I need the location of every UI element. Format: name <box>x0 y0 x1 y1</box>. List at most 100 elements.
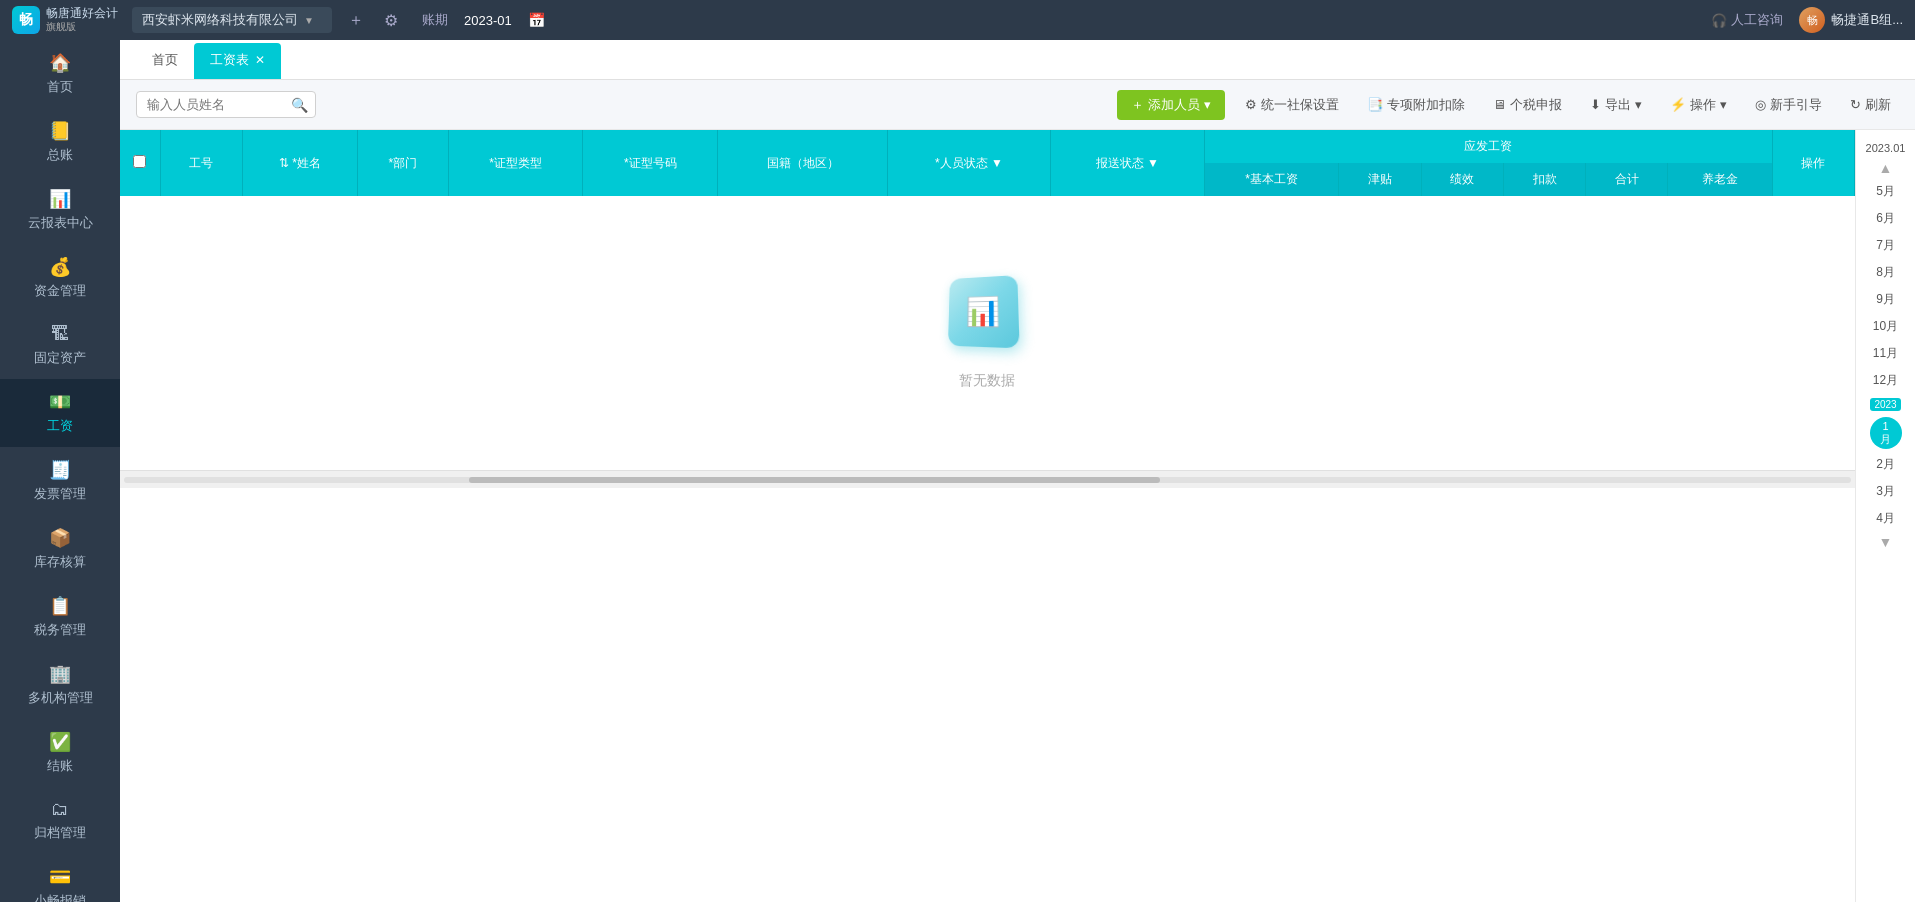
date-panel-next[interactable]: ▼ <box>1877 532 1895 552</box>
sidebar-item-tax[interactable]: 📋 税务管理 <box>0 583 120 651</box>
special-deduction-btn[interactable]: 📑 专项附加扣除 <box>1359 92 1473 118</box>
search-input[interactable] <box>136 91 316 118</box>
headset-icon: 🎧 <box>1711 13 1727 28</box>
sidebar: 🏠 首页 📒 总账 📊 云报表中心 💰 资金管理 🏗 固定资产 💵 工资 🧾 发… <box>0 40 120 902</box>
filter-icon-person[interactable]: ▼ <box>991 156 1003 170</box>
sidebar-item-expense[interactable]: 💳 小畅报销 <box>0 854 120 902</box>
date-month-5[interactable]: 5月 <box>1856 178 1915 205</box>
operations-btn[interactable]: ⚡ 操作 ▾ <box>1662 92 1735 118</box>
archive-icon: 🗂 <box>51 799 69 820</box>
date-month-7[interactable]: 7月 <box>1856 232 1915 259</box>
add-dropdown-icon: ▾ <box>1204 97 1211 112</box>
company-dropdown-arrow: ▼ <box>304 15 314 26</box>
sidebar-item-close[interactable]: ✅ 结账 <box>0 719 120 787</box>
guide-icon-btn: ◎ <box>1755 97 1766 112</box>
sidebar-item-salary[interactable]: 💵 工资 <box>0 379 120 447</box>
date-month-3[interactable]: 3月 <box>1856 478 1915 505</box>
date-panel-prev[interactable]: ▲ <box>1877 158 1895 178</box>
user-info[interactable]: 畅 畅捷通B组... <box>1799 7 1903 33</box>
tax-icon: 🖥 <box>1493 97 1506 112</box>
date-month-8[interactable]: 8月 <box>1856 259 1915 286</box>
assets-icon: 🏗 <box>51 324 69 345</box>
scroll-thumb <box>469 477 1160 483</box>
guide-label: 新手引导 <box>1770 96 1822 114</box>
tab-close-btn[interactable]: ✕ <box>255 53 265 67</box>
logo-sub: 旗舰版 <box>46 20 118 34</box>
export-dropdown-icon: ▾ <box>1635 97 1642 112</box>
user-avatar: 畅 <box>1799 7 1825 33</box>
filter-icon-submit[interactable]: ▼ <box>1147 156 1159 170</box>
date-month-6[interactable]: 6月 <box>1856 205 1915 232</box>
empty-text: 暂无数据 <box>959 372 1015 390</box>
add-person-btn[interactable]: ＋ 添加人员 ▾ <box>1117 90 1225 120</box>
calendar-icon[interactable]: 📅 <box>528 12 545 28</box>
expense-icon: 💳 <box>49 866 71 888</box>
tax-report-btn[interactable]: 🖥 个税申报 <box>1485 92 1570 118</box>
date-panel: 2023.01 ▲ 5月 6月 7月 8月 9月 10月 11月 12月 202… <box>1855 130 1915 902</box>
table-date-row: 工号 ⇅ *姓名 *部门 *证型类型 <box>120 130 1915 902</box>
th-total: 合计 <box>1586 163 1668 196</box>
guide-btn[interactable]: ◎ 新手引导 <box>1747 92 1830 118</box>
th-salary-group: 应发工资 <box>1204 130 1772 163</box>
settings-btn[interactable]: ⚙ <box>380 7 402 34</box>
sidebar-item-archive[interactable]: 🗂 归档管理 <box>0 787 120 854</box>
company-selector[interactable]: 西安虾米网络科技有限公司 ▼ <box>132 7 332 33</box>
top-bar-actions: ＋ ⚙ 账期 2023-01 📅 <box>344 6 545 35</box>
refresh-btn[interactable]: ↻ 刷新 <box>1842 92 1899 118</box>
social-security-btn[interactable]: ⚙ 统一社保设置 <box>1237 92 1347 118</box>
ops-label: 操作 <box>1690 96 1716 114</box>
sidebar-item-home[interactable]: 🏠 首页 <box>0 40 120 108</box>
tab-salary-label: 工资表 <box>210 51 249 69</box>
sidebar-item-multi[interactable]: 🏢 多机构管理 <box>0 651 120 719</box>
invoice-icon: 🧾 <box>49 459 71 481</box>
sidebar-label-assets: 固定资产 <box>34 349 86 367</box>
date-month-2[interactable]: 2月 <box>1856 451 1915 478</box>
period-value: 2023-01 <box>464 13 512 28</box>
company-name: 西安虾米网络科技有限公司 <box>142 11 298 29</box>
sidebar-item-fund[interactable]: 💰 资金管理 <box>0 244 120 312</box>
export-icon: ⬇ <box>1590 97 1601 112</box>
table-container[interactable]: 工号 ⇅ *姓名 *部门 *证型类型 <box>120 130 1855 902</box>
date-month-1[interactable]: 1月 <box>1870 417 1902 449</box>
date-month-9[interactable]: 9月 <box>1856 286 1915 313</box>
date-month-12[interactable]: 12月 <box>1856 367 1915 394</box>
tab-home[interactable]: 首页 <box>136 43 194 79</box>
date-month-10[interactable]: 10月 <box>1856 313 1915 340</box>
sidebar-item-inventory[interactable]: 📦 库存核算 <box>0 515 120 583</box>
th-checkbox[interactable] <box>120 130 160 196</box>
service-btn[interactable]: 🎧 人工咨询 <box>1711 11 1783 29</box>
sidebar-label-salary: 工资 <box>47 417 73 435</box>
tab-salary-table[interactable]: 工资表 ✕ <box>194 43 281 79</box>
search-icon-btn[interactable]: 🔍 <box>291 97 308 113</box>
deduction-icon: 📑 <box>1367 97 1383 112</box>
horizontal-scrollbar[interactable] <box>120 470 1855 488</box>
scroll-track <box>124 477 1851 483</box>
sidebar-label-fund: 资金管理 <box>34 282 86 300</box>
ledger-icon: 📒 <box>49 120 71 142</box>
salary-icon: 💵 <box>49 391 71 413</box>
logo: 畅 畅唐通好会计 旗舰版 <box>12 6 132 34</box>
toolbar: 🔍 ＋ 添加人员 ▾ ⚙ 统一社保设置 📑 专项附加扣除 🖥 个税申报 ⬇ <box>120 80 1915 130</box>
empty-icon: 📊 <box>947 276 1027 356</box>
logo-text: 畅唐通好会计 <box>46 6 118 20</box>
th-allowance: 津贴 <box>1339 163 1421 196</box>
deduction-label: 专项附加扣除 <box>1387 96 1465 114</box>
th-pension: 养老金 <box>1668 163 1772 196</box>
th-id-type: *证型类型 <box>448 130 583 196</box>
date-month-4[interactable]: 4月 <box>1856 505 1915 532</box>
export-label: 导出 <box>1605 96 1631 114</box>
th-deduction: 扣款 <box>1503 163 1585 196</box>
sidebar-item-invoice[interactable]: 🧾 发票管理 <box>0 447 120 515</box>
sidebar-label-close: 结账 <box>47 757 73 775</box>
sidebar-item-ledger[interactable]: 📒 总账 <box>0 108 120 176</box>
export-btn[interactable]: ⬇ 导出 ▾ <box>1582 92 1650 118</box>
sidebar-label-invoice: 发票管理 <box>34 485 86 503</box>
sidebar-item-report[interactable]: 📊 云报表中心 <box>0 176 120 244</box>
th-performance: 绩效 <box>1421 163 1503 196</box>
select-all-checkbox[interactable] <box>133 155 146 168</box>
close-period-icon: ✅ <box>49 731 71 753</box>
sidebar-item-assets[interactable]: 🏗 固定资产 <box>0 312 120 379</box>
date-month-11[interactable]: 11月 <box>1856 340 1915 367</box>
sidebar-label-ledger: 总账 <box>47 146 73 164</box>
add-company-btn[interactable]: ＋ <box>344 6 368 35</box>
